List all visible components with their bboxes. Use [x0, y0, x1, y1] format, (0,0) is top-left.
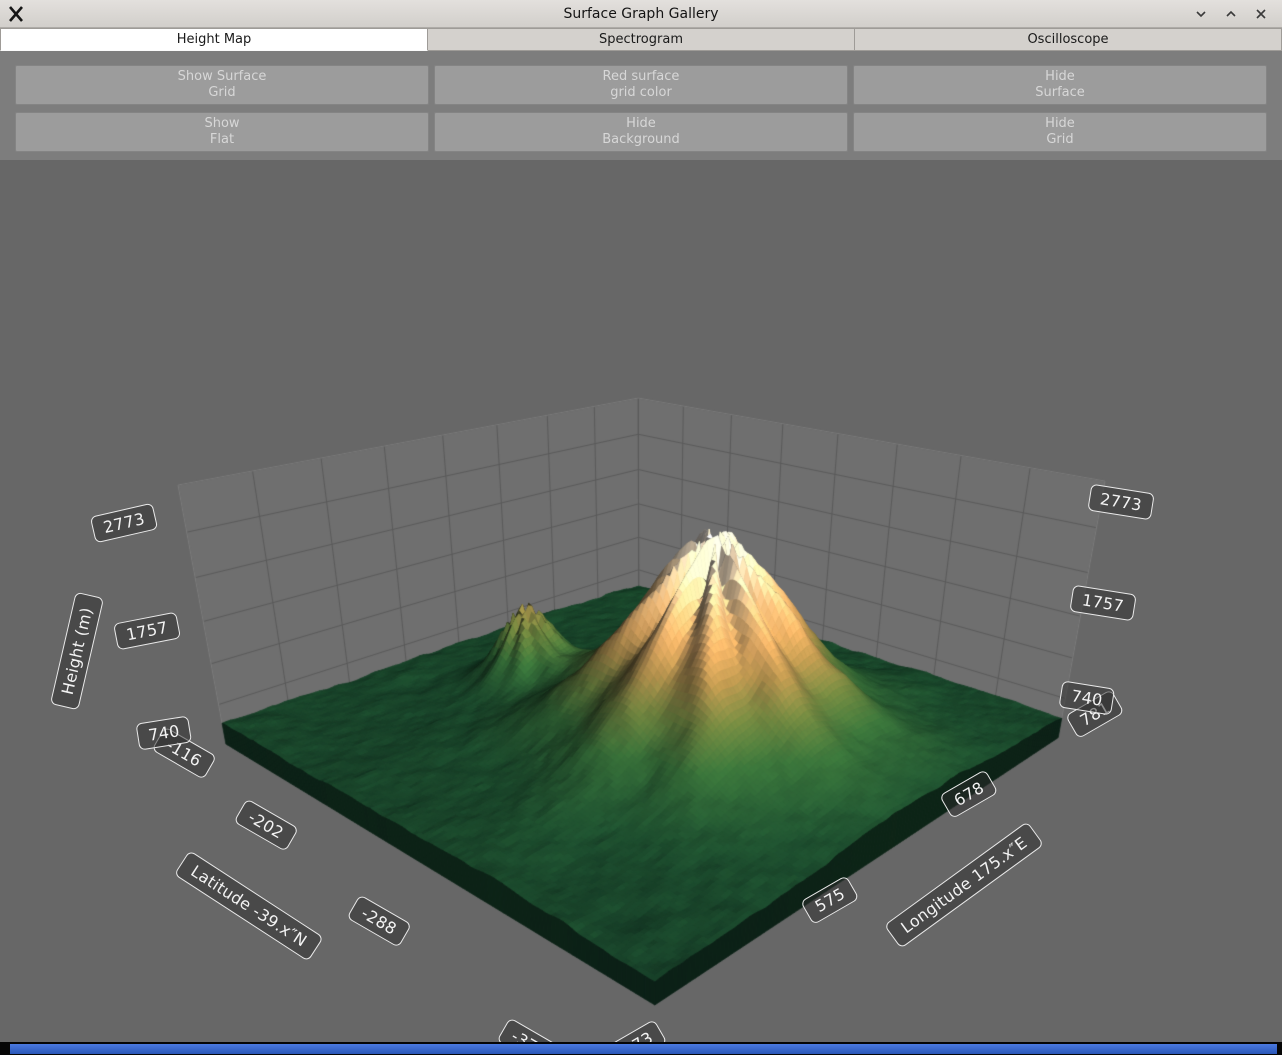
button-label: Grid	[16, 85, 428, 101]
desktop: { "window": { "title": "Surface Graph Ga…	[0, 0, 1282, 1055]
hide-background-button[interactable]: Hide Background	[434, 112, 848, 152]
button-label: Background	[435, 132, 847, 148]
surface-grid-color-button[interactable]: Red surface grid color	[434, 65, 848, 105]
button-label: Grid	[854, 132, 1266, 148]
toolbar-button-grid: Show Surface Grid Red surface grid color…	[15, 65, 1267, 152]
app-icon	[8, 6, 24, 22]
button-label: Hide	[854, 69, 1266, 85]
hide-surface-button[interactable]: Hide Surface	[853, 65, 1267, 105]
shade-icon[interactable]	[1192, 5, 1210, 23]
window-controls	[1192, 5, 1282, 23]
tab-height-map[interactable]: Height Map	[0, 28, 428, 51]
button-label: Flat	[16, 132, 428, 148]
button-label: grid color	[435, 85, 847, 101]
tab-oscilloscope[interactable]: Oscilloscope	[855, 28, 1282, 51]
button-label: Hide	[854, 116, 1266, 132]
tab-spectrogram[interactable]: Spectrogram	[428, 28, 855, 51]
close-icon[interactable]	[1252, 5, 1270, 23]
button-label: Red surface	[435, 69, 847, 85]
hide-grid-button[interactable]: Hide Grid	[853, 112, 1267, 152]
show-flat-button[interactable]: Show Flat	[15, 112, 429, 152]
window-title: Surface Graph Gallery	[0, 6, 1282, 22]
button-label: Hide	[435, 116, 847, 132]
button-label: Surface	[854, 85, 1266, 101]
taskbar-blue-bar	[10, 1044, 1277, 1054]
tab-bar: Height Map Spectrogram Oscilloscope	[0, 28, 1282, 51]
content-area: Show Surface Grid Red surface grid color…	[0, 51, 1282, 1055]
button-label: Show	[16, 116, 428, 132]
taskbar-strip	[0, 1042, 1282, 1055]
button-label: Show Surface	[16, 69, 428, 85]
maximize-icon[interactable]	[1222, 5, 1240, 23]
show-surface-grid-button[interactable]: Show Surface Grid	[15, 65, 429, 105]
window-titlebar[interactable]: Surface Graph Gallery	[0, 0, 1282, 28]
